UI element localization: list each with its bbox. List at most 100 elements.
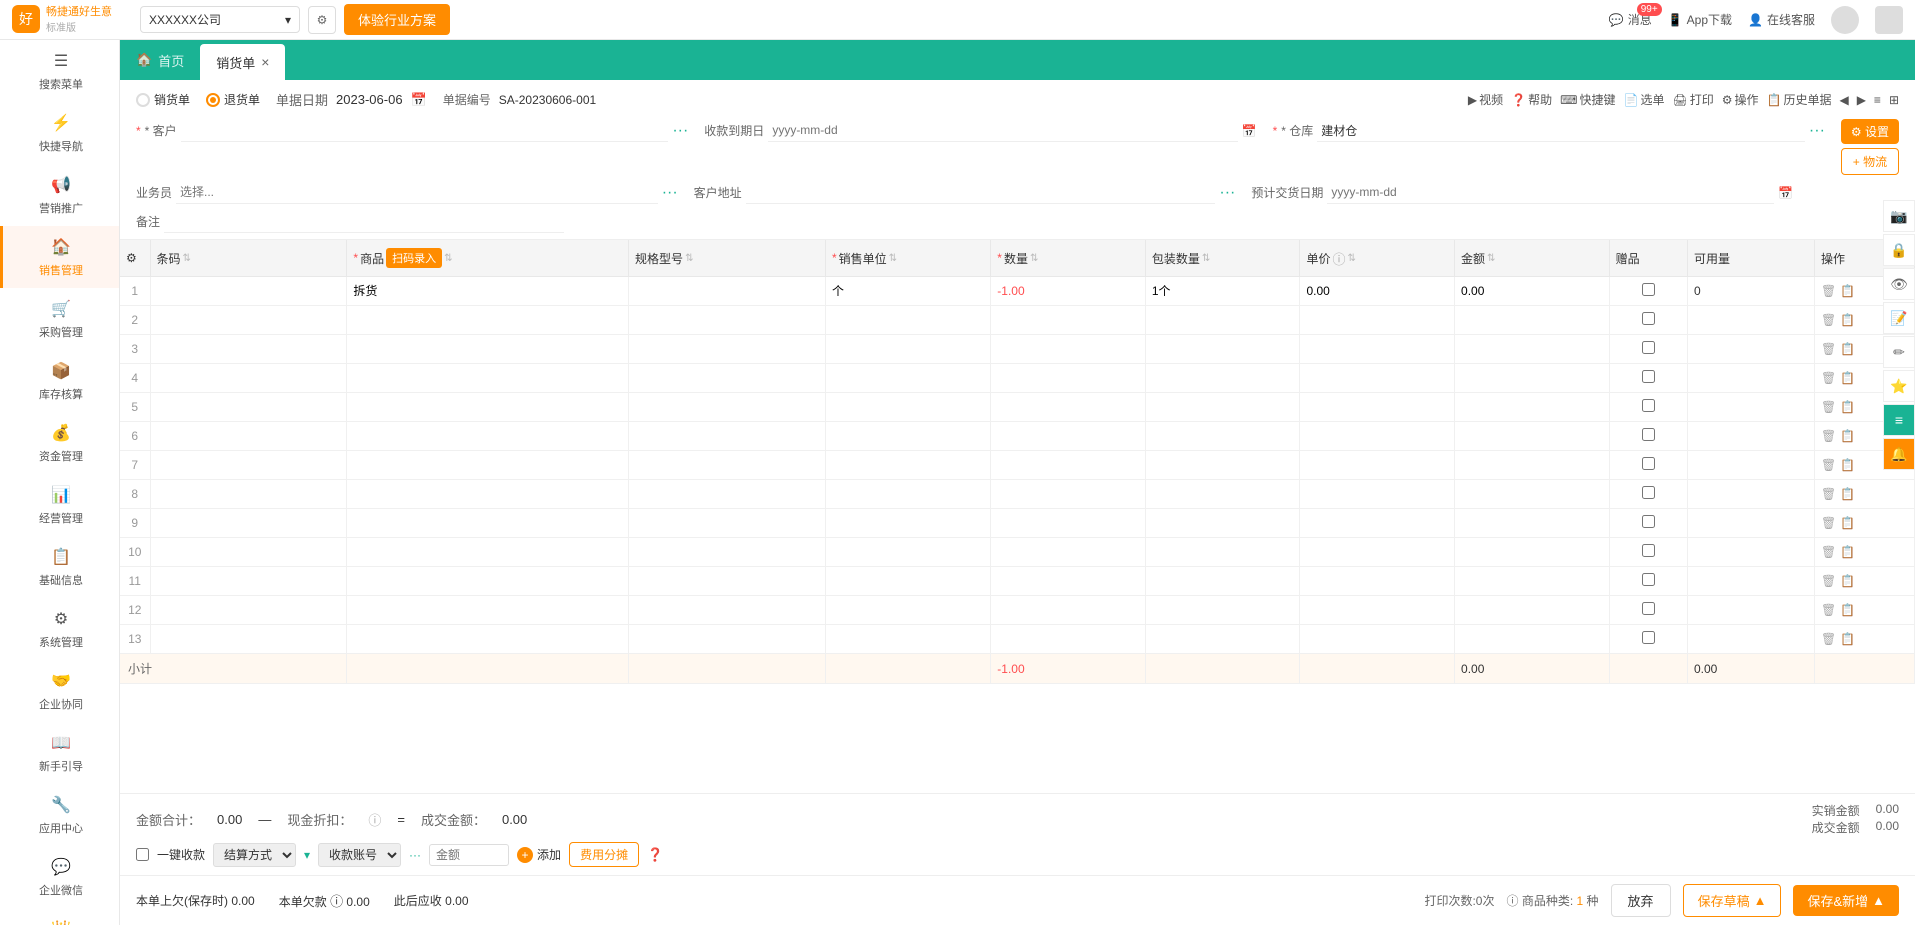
row-pkg-qty[interactable] [1145, 335, 1300, 364]
row-pkg-qty[interactable] [1145, 480, 1300, 509]
row-pkg-qty[interactable] [1145, 538, 1300, 567]
row-copy-icon[interactable]: 📋 [1840, 487, 1855, 501]
row-price[interactable] [1300, 596, 1455, 625]
row-product[interactable] [347, 306, 629, 335]
row-barcode[interactable] [150, 625, 347, 654]
row-copy-icon[interactable]: 📋 [1840, 516, 1855, 530]
row-delete-icon[interactable]: 🗑 [1821, 400, 1836, 414]
row-price[interactable] [1300, 422, 1455, 451]
row-copy-icon[interactable]: 📋 [1840, 400, 1855, 414]
online-service-button[interactable]: 👤 在线客服 [1748, 11, 1815, 28]
row-spec[interactable] [629, 480, 826, 509]
row-qty[interactable] [991, 567, 1146, 596]
row-price[interactable] [1300, 277, 1455, 306]
row-product[interactable] [347, 364, 629, 393]
row-gift[interactable] [1609, 451, 1687, 480]
toolbar-next[interactable]: ▶ [1857, 93, 1866, 107]
settings-icon[interactable]: ⚙ [308, 6, 336, 34]
row-delete-icon[interactable]: 🗑 [1821, 342, 1836, 356]
row-copy-icon[interactable]: 📋 [1840, 342, 1855, 356]
row-amount[interactable] [1455, 480, 1610, 509]
overdue-info-icon[interactable]: ⓘ [330, 894, 343, 909]
row-product[interactable] [347, 538, 629, 567]
account-dots[interactable]: ··· [409, 848, 421, 862]
tab-home[interactable]: 🏠 首页 [120, 40, 200, 80]
row-unit[interactable] [825, 509, 990, 538]
row-delete-icon[interactable]: 🗑 [1821, 487, 1836, 501]
row-barcode[interactable] [150, 509, 347, 538]
row-gift[interactable] [1609, 480, 1687, 509]
row-gift[interactable] [1609, 335, 1687, 364]
amount-input[interactable] [429, 844, 509, 866]
tab-sales-order[interactable]: 销货单 × [200, 44, 285, 80]
row-amount[interactable] [1455, 625, 1610, 654]
float-btn-6[interactable]: ⭐ [1883, 370, 1915, 402]
toolbar-help[interactable]: ❓ 帮助 [1511, 91, 1552, 108]
save-draft-btn[interactable]: 保存草稿 ▲ [1683, 884, 1782, 917]
row-barcode[interactable] [150, 393, 347, 422]
row-gift[interactable] [1609, 567, 1687, 596]
app-download-button[interactable]: 📱 App下载 [1668, 11, 1732, 28]
row-spec[interactable] [629, 625, 826, 654]
float-btn-7[interactable]: ≡ [1883, 404, 1915, 436]
row-spec[interactable] [629, 451, 826, 480]
row-qty[interactable] [991, 451, 1146, 480]
row-qty[interactable] [991, 538, 1146, 567]
sidebar-item-search[interactable]: ☰ 搜索菜单 [0, 40, 119, 102]
customer-addr-input[interactable] [746, 181, 1216, 204]
salesperson-dots[interactable]: ··· [662, 184, 678, 202]
row-amount[interactable] [1455, 393, 1610, 422]
row-price[interactable] [1300, 393, 1455, 422]
toolbar-operation[interactable]: ⚙ 操作 [1722, 91, 1759, 108]
logistics-btn[interactable]: + 物流 [1841, 148, 1899, 175]
toolbar-history[interactable]: 📋 历史单据 [1766, 91, 1831, 108]
row-amount[interactable] [1455, 306, 1610, 335]
row-price[interactable] [1300, 625, 1455, 654]
row-delete-icon[interactable]: 🗑 [1821, 429, 1836, 443]
sidebar-item-basics[interactable]: 📋 基础信息 [0, 536, 119, 598]
row-spec[interactable] [629, 509, 826, 538]
row-barcode[interactable] [150, 335, 347, 364]
remark-input[interactable] [164, 210, 564, 233]
row-barcode[interactable] [150, 364, 347, 393]
row-price[interactable] [1300, 509, 1455, 538]
row-product[interactable] [347, 625, 629, 654]
row-unit[interactable] [825, 306, 990, 335]
payment-date-input[interactable] [768, 119, 1237, 142]
row-barcode[interactable] [150, 567, 347, 596]
row-copy-icon[interactable]: 📋 [1840, 313, 1855, 327]
row-amount[interactable] [1455, 596, 1610, 625]
row-spec[interactable] [629, 422, 826, 451]
toolbar-video[interactable]: ▶ 视频 [1468, 91, 1503, 108]
add-payment-btn[interactable]: + 添加 [517, 846, 561, 863]
row-price[interactable] [1300, 335, 1455, 364]
trial-button[interactable]: 体验行业方案 [344, 4, 450, 35]
toolbar-shortcut[interactable]: ⌨ 快捷键 [1560, 91, 1615, 108]
row-delete-icon[interactable]: 🗑 [1821, 371, 1836, 385]
sidebar-item-management[interactable]: 📊 经营管理 [0, 474, 119, 536]
row-product[interactable] [347, 335, 629, 364]
payment-method-select[interactable]: 结算方式 [213, 843, 296, 867]
row-amount[interactable] [1455, 277, 1610, 306]
row-delete-icon[interactable]: 🗑 [1821, 313, 1836, 327]
toolbar-print[interactable]: 🖨 打印 [1672, 91, 1713, 108]
sidebar-item-inventory[interactable]: 📦 库存核算 [0, 350, 119, 412]
sidebar-item-quicknav[interactable]: ⚡ 快捷导航 [0, 102, 119, 164]
row-delete-icon[interactable]: 🗑 [1821, 632, 1836, 646]
customer-dots[interactable]: ··· [672, 122, 688, 140]
row-price[interactable] [1300, 306, 1455, 335]
row-pkg-qty[interactable] [1145, 567, 1300, 596]
row-gift[interactable] [1609, 538, 1687, 567]
row-pkg-qty[interactable] [1145, 509, 1300, 538]
warehouse-dots[interactable]: ··· [1809, 122, 1825, 140]
row-spec[interactable] [629, 393, 826, 422]
row-qty[interactable] [991, 393, 1146, 422]
row-barcode[interactable] [150, 538, 347, 567]
row-amount[interactable] [1455, 422, 1610, 451]
sidebar-item-sales[interactable]: 🏠 销售管理 [0, 226, 119, 288]
row-price[interactable] [1300, 567, 1455, 596]
row-barcode[interactable] [150, 422, 347, 451]
toolbar-view-grid[interactable]: ⊞ [1889, 93, 1899, 107]
expected-date-input[interactable] [1327, 181, 1774, 204]
sidebar-item-guide[interactable]: 📖 新手引导 [0, 722, 119, 784]
